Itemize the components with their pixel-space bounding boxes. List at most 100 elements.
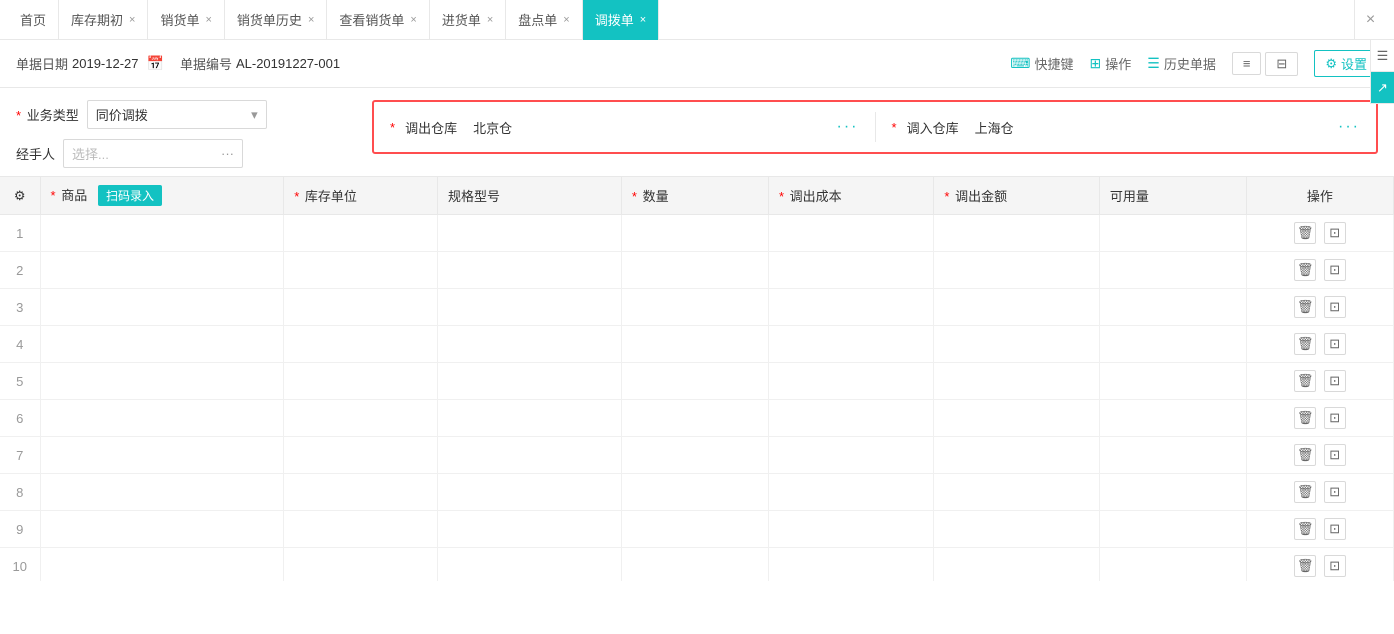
- row-unit[interactable]: [284, 400, 438, 437]
- row-copy-icon[interactable]: ⊡: [1324, 555, 1346, 577]
- row-product[interactable]: [40, 437, 284, 474]
- tab-view-sales-close[interactable]: ×: [410, 14, 416, 26]
- row-quantity[interactable]: [621, 363, 768, 400]
- row-quantity[interactable]: [621, 474, 768, 511]
- row-cost[interactable]: [768, 363, 933, 400]
- tab-stocktake-close[interactable]: ×: [563, 14, 569, 26]
- tab-sales-history[interactable]: 销货单历史 ×: [225, 0, 327, 40]
- tab-sales-order[interactable]: 销货单 ×: [148, 0, 224, 40]
- row-quantity[interactable]: [621, 437, 768, 474]
- biz-type-select[interactable]: 同价调拨 ▾: [87, 100, 267, 129]
- tab-transfer-close[interactable]: ×: [640, 14, 646, 26]
- row-product[interactable]: [40, 400, 284, 437]
- row-quantity[interactable]: [621, 215, 768, 252]
- calendar-icon[interactable]: 📅: [147, 55, 164, 72]
- row-spec[interactable]: [438, 474, 622, 511]
- shortcuts-button[interactable]: ⌨ 快捷键: [1010, 54, 1073, 73]
- tab-inventory-init[interactable]: 库存期初 ×: [59, 0, 148, 40]
- right-panel-expand-icon[interactable]: ↗: [1371, 72, 1394, 104]
- row-product[interactable]: [40, 215, 284, 252]
- row-amount[interactable]: [934, 363, 1099, 400]
- tab-home[interactable]: 首页: [8, 0, 59, 40]
- tab-stocktake[interactable]: 盘点单 ×: [506, 0, 582, 40]
- row-amount[interactable]: [934, 548, 1099, 582]
- row-amount[interactable]: [934, 289, 1099, 326]
- row-cost[interactable]: [768, 511, 933, 548]
- row-delete-icon[interactable]: 🗑: [1294, 333, 1316, 355]
- row-amount[interactable]: [934, 326, 1099, 363]
- window-close-button[interactable]: ×: [1354, 0, 1386, 40]
- row-quantity[interactable]: [621, 326, 768, 363]
- row-available[interactable]: [1099, 326, 1246, 363]
- row-product[interactable]: [40, 363, 284, 400]
- tab-inventory-init-close[interactable]: ×: [129, 14, 135, 26]
- row-delete-icon[interactable]: 🗑: [1294, 407, 1316, 429]
- row-delete-icon[interactable]: 🗑: [1294, 259, 1316, 281]
- row-copy-icon[interactable]: ⊡: [1324, 444, 1346, 466]
- row-product[interactable]: [40, 511, 284, 548]
- tab-purchase-close[interactable]: ×: [487, 14, 493, 26]
- tab-sales-history-close[interactable]: ×: [308, 14, 314, 26]
- row-product[interactable]: [40, 326, 284, 363]
- row-delete-icon[interactable]: 🗑: [1294, 518, 1316, 540]
- row-copy-icon[interactable]: ⊡: [1324, 407, 1346, 429]
- row-cost[interactable]: [768, 474, 933, 511]
- row-copy-icon[interactable]: ⊡: [1324, 222, 1346, 244]
- operations-button[interactable]: ⊞ 操作: [1090, 54, 1132, 73]
- row-quantity[interactable]: [621, 400, 768, 437]
- row-delete-icon[interactable]: 🗑: [1294, 555, 1316, 577]
- row-delete-icon[interactable]: 🗑: [1294, 481, 1316, 503]
- tab-transfer[interactable]: 调拨单 ×: [583, 0, 659, 40]
- row-unit[interactable]: [284, 252, 438, 289]
- row-spec[interactable]: [438, 511, 622, 548]
- th-settings[interactable]: ⚙: [0, 177, 40, 215]
- row-available[interactable]: [1099, 400, 1246, 437]
- row-copy-icon[interactable]: ⊡: [1324, 333, 1346, 355]
- handler-select[interactable]: 选择... ···: [63, 139, 243, 168]
- row-quantity[interactable]: [621, 511, 768, 548]
- row-unit[interactable]: [284, 437, 438, 474]
- in-warehouse-more-button[interactable]: ···: [1338, 118, 1360, 136]
- row-cost[interactable]: [768, 437, 933, 474]
- row-product[interactable]: [40, 548, 284, 582]
- column-settings-icon[interactable]: ⚙: [14, 188, 26, 203]
- layout-toggle-2[interactable]: ⊟: [1265, 52, 1298, 76]
- row-unit[interactable]: [284, 511, 438, 548]
- row-unit[interactable]: [284, 289, 438, 326]
- row-unit[interactable]: [284, 363, 438, 400]
- row-quantity[interactable]: [621, 252, 768, 289]
- row-cost[interactable]: [768, 400, 933, 437]
- row-spec[interactable]: [438, 215, 622, 252]
- history-button[interactable]: ☰ 历史单据: [1147, 54, 1216, 73]
- scan-barcode-button[interactable]: 扫码录入: [98, 185, 162, 206]
- row-cost[interactable]: [768, 215, 933, 252]
- row-available[interactable]: [1099, 289, 1246, 326]
- row-available[interactable]: [1099, 215, 1246, 252]
- settings-button[interactable]: ⚙ 设置: [1314, 50, 1378, 77]
- tab-sales-order-close[interactable]: ×: [205, 14, 211, 26]
- row-unit[interactable]: [284, 215, 438, 252]
- row-cost[interactable]: [768, 252, 933, 289]
- row-unit[interactable]: [284, 548, 438, 582]
- row-copy-icon[interactable]: ⊡: [1324, 296, 1346, 318]
- row-spec[interactable]: [438, 326, 622, 363]
- row-available[interactable]: [1099, 252, 1246, 289]
- row-spec[interactable]: [438, 548, 622, 582]
- row-available[interactable]: [1099, 511, 1246, 548]
- row-delete-icon[interactable]: 🗑: [1294, 444, 1316, 466]
- tab-view-sales[interactable]: 查看销货单 ×: [327, 0, 429, 40]
- row-amount[interactable]: [934, 437, 1099, 474]
- row-amount[interactable]: [934, 215, 1099, 252]
- out-warehouse-more-button[interactable]: ···: [837, 118, 859, 136]
- row-amount[interactable]: [934, 400, 1099, 437]
- row-cost[interactable]: [768, 326, 933, 363]
- row-available[interactable]: [1099, 548, 1246, 582]
- row-spec[interactable]: [438, 363, 622, 400]
- row-amount[interactable]: [934, 511, 1099, 548]
- row-copy-icon[interactable]: ⊡: [1324, 481, 1346, 503]
- row-product[interactable]: [40, 474, 284, 511]
- right-panel-list-icon[interactable]: ☰: [1371, 40, 1394, 72]
- row-spec[interactable]: [438, 289, 622, 326]
- row-spec[interactable]: [438, 437, 622, 474]
- row-product[interactable]: [40, 289, 284, 326]
